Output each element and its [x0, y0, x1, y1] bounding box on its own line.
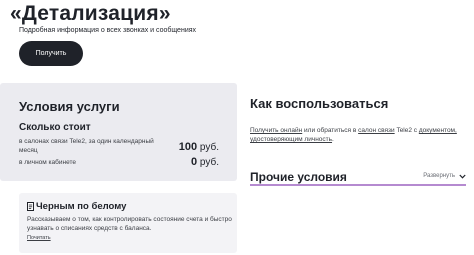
price-unit: руб. [199, 157, 219, 168]
salon-link[interactable]: салон связи [358, 127, 395, 134]
price-row-label-salon: в салонах связи Tele2, за один календарн… [19, 138, 154, 154]
how-to-title: Как воспользоваться [250, 96, 389, 111]
price-row-value-salon: 100 руб. [179, 141, 219, 153]
service-conditions-card: Условия услуги Сколько стоит в салонах с… [0, 83, 237, 181]
how-to-text-part: или обратиться в [302, 127, 359, 134]
conditions-title: Условия услуги [19, 99, 120, 114]
black-white-title: Черным по белому [27, 201, 126, 212]
expand-button[interactable]: Развернуть [423, 173, 466, 179]
black-white-card: Черным по белому Рассказываем о том, как… [19, 193, 237, 253]
get-button[interactable]: Получить [19, 41, 83, 66]
other-conditions-title: Прочие условия [250, 170, 347, 184]
price-amount: 100 [178, 141, 198, 153]
other-conditions-row[interactable]: Прочие условия Развернуть [250, 168, 466, 186]
read-link[interactable]: Почитать [27, 235, 51, 241]
price-row-value-cabinet: 0 руб. [191, 156, 219, 168]
how-to-text: Получить онлайн или обратиться в салон с… [250, 126, 470, 144]
page-title: «Детализация» [10, 2, 171, 25]
expand-label: Развернуть [423, 173, 455, 179]
chevron-down-icon [459, 174, 466, 179]
get-online-link[interactable]: Получить онлайн [250, 127, 302, 134]
price-unit: руб. [199, 142, 219, 153]
page-subtitle: Подробная информация о всех звонках и со… [19, 27, 197, 34]
document-icon [27, 202, 34, 211]
how-to-text-part: . [332, 136, 334, 143]
price-row-label-cabinet: в личном кабинете [19, 159, 77, 166]
how-to-text-part: Tele2 с [394, 127, 419, 134]
cost-title: Сколько стоит [19, 122, 91, 133]
black-white-text: Рассказываем о том, как контролировать с… [27, 216, 232, 232]
black-white-title-text: Черным по белому [36, 201, 127, 212]
price-amount: 0 [191, 156, 198, 168]
